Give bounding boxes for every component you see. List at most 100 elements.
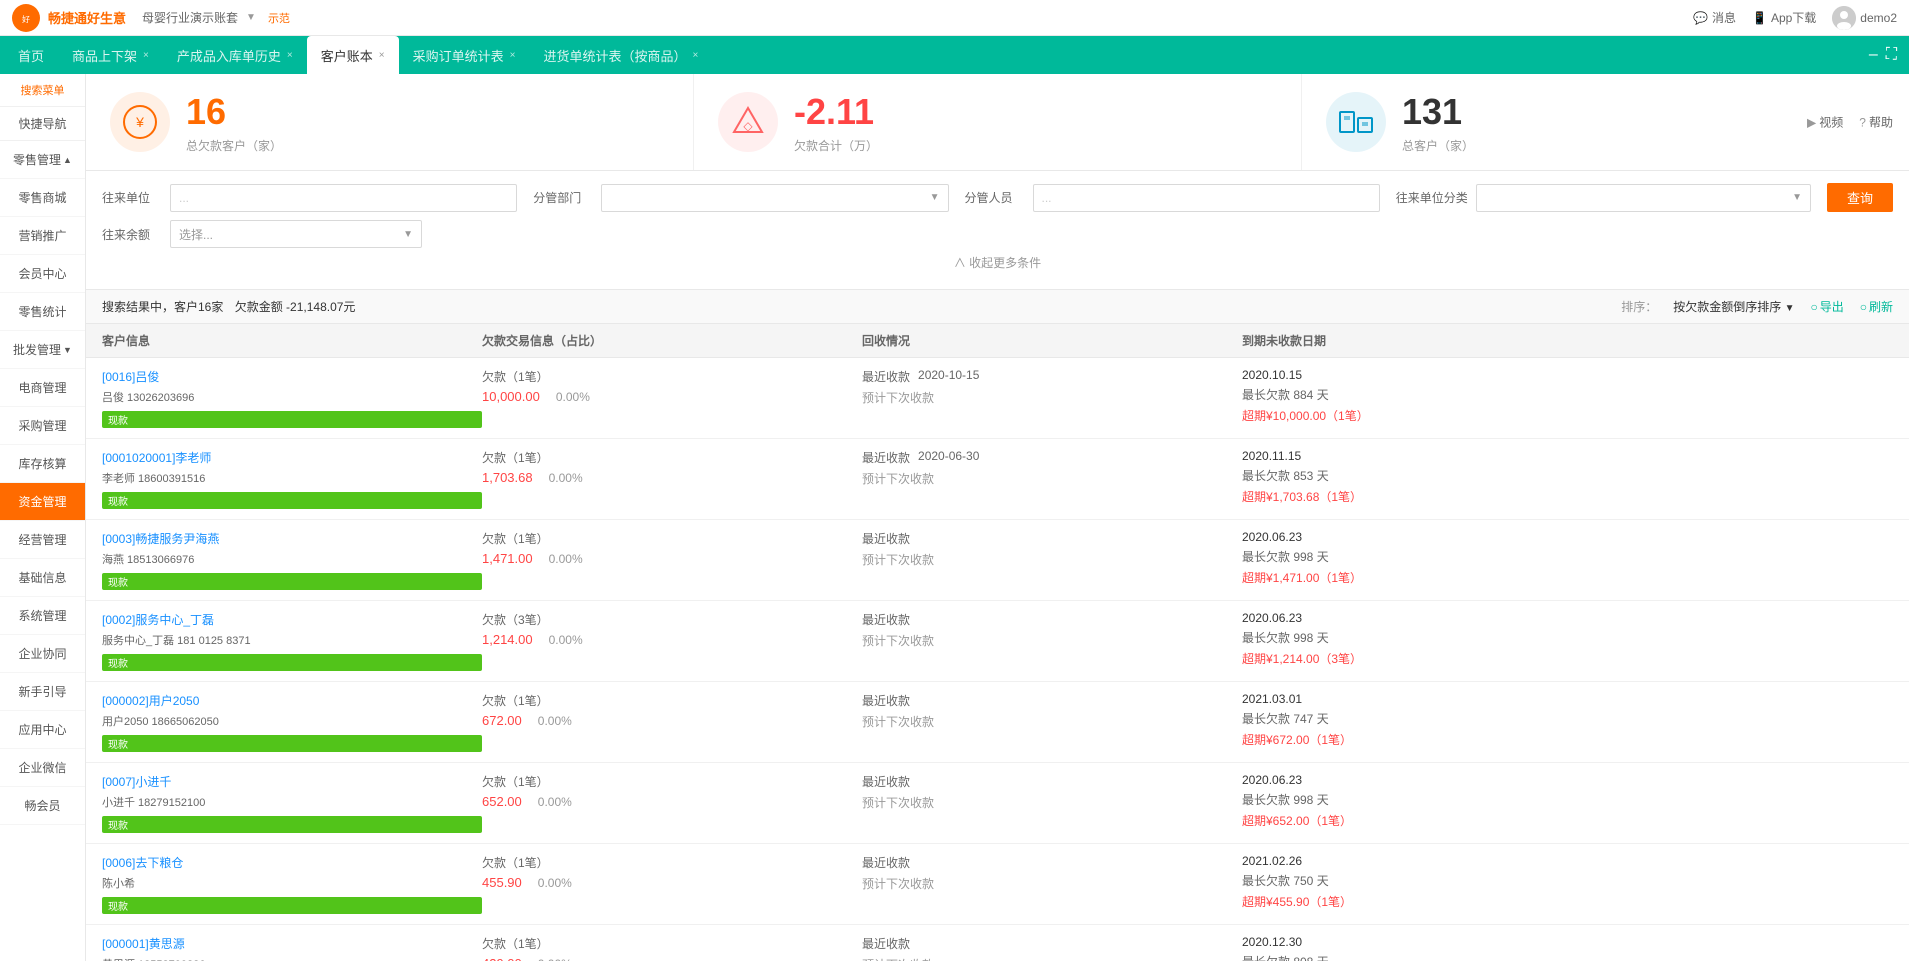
- overdue-amount-6[interactable]: 超期¥652.00（1笔）: [1242, 812, 1893, 829]
- chevron-down-icon: ▼: [930, 192, 940, 203]
- message-label: 消息: [1712, 9, 1736, 26]
- close-icon[interactable]: ×: [379, 50, 385, 61]
- sidebar-item-member[interactable]: 畅会员: [0, 787, 85, 825]
- store-selector[interactable]: 母婴行业演示账套: [142, 9, 238, 26]
- sidebar-search[interactable]: 搜索菜单: [0, 74, 85, 107]
- overdue-date-4: 2020.06.23: [1242, 611, 1893, 625]
- customer-name-6[interactable]: [0007]小进千: [102, 773, 482, 790]
- sidebar-item-newbie[interactable]: 新手引导: [0, 673, 85, 711]
- next-payment-label-2: 预计下次收款: [862, 470, 934, 487]
- overdue-date-3: 2020.06.23: [1242, 530, 1893, 544]
- overdue-amount-7[interactable]: 超期¥455.90（1笔）: [1242, 893, 1893, 910]
- overdue-amount-3[interactable]: 超期¥1,471.00（1笔）: [1242, 569, 1893, 586]
- filter-row-2: 往来余额 选择... ▼: [102, 220, 1893, 248]
- customer-info-7: [0006]去下粮仓 陈小希 现款: [102, 854, 482, 914]
- export-btn[interactable]: ○ 导出: [1810, 298, 1843, 315]
- message-btn[interactable]: 💬 消息: [1693, 9, 1736, 26]
- tab-customer-ledger[interactable]: 客户账本 ×: [307, 36, 399, 74]
- debt-info-6: 欠款（1笔） 652.00 0.00%: [482, 773, 862, 809]
- payback-info-2: 最近收款 2020-06-30 预计下次收款: [862, 449, 1242, 487]
- chevron-down-icon: ▼: [246, 12, 256, 23]
- minimize-icon[interactable]: –: [1869, 46, 1878, 64]
- filter-row-1: 往来单位 ... 分管部门 ▼ 分管人员 ...: [102, 183, 1893, 212]
- collapse-filters-btn[interactable]: ∧ 收起更多条件: [102, 248, 1893, 277]
- close-icon[interactable]: ×: [510, 50, 516, 61]
- overdue-amount-4[interactable]: 超期¥1,214.00（3笔）: [1242, 650, 1893, 667]
- data-table: 客户信息 欠款交易信息（占比） 回收情况 到期未收款日期 [0016]吕俊 吕俊…: [86, 324, 1909, 961]
- app-subtitle: 示范: [268, 10, 290, 26]
- manager-input[interactable]: ...: [1033, 184, 1380, 212]
- tab-goods-stats[interactable]: 进货单统计表（按商品） ×: [529, 36, 712, 74]
- sidebar-item-retail-mgmt[interactable]: 零售管理 ▲: [0, 141, 85, 179]
- chevron-down-icon: ▼: [1792, 192, 1802, 203]
- app-download-btn[interactable]: 📱 App下载: [1752, 9, 1816, 26]
- close-icon[interactable]: ×: [692, 50, 698, 61]
- video-btn[interactable]: ▶ 视频: [1807, 114, 1843, 131]
- overdue-info-5: 2021.03.01 最长欠款 747 天 超期¥672.00（1笔）: [1242, 692, 1893, 748]
- customer-tag-2: 现款: [102, 492, 482, 509]
- debt-label-3: 欠款（1笔）: [482, 530, 549, 547]
- debit-amount-number: -2.11: [794, 90, 878, 133]
- sidebar-item-wechat[interactable]: 企业微信: [0, 749, 85, 787]
- tab-purchase-stats[interactable]: 采购订单统计表 ×: [399, 36, 530, 74]
- sidebar-item-member-center[interactable]: 会员中心: [0, 255, 85, 293]
- sidebar-item-enterprise[interactable]: 企业协同: [0, 635, 85, 673]
- sidebar-item-finance[interactable]: 资金管理: [0, 483, 85, 521]
- unit-category-select[interactable]: ▼: [1476, 184, 1811, 212]
- total-customers-label: 总客户（家）: [1402, 137, 1474, 154]
- overdue-amount-2[interactable]: 超期¥1,703.68（1笔）: [1242, 488, 1893, 505]
- tab-goods-shelf[interactable]: 商品上下架 ×: [58, 36, 163, 74]
- stat-info-debit-amount: -2.11 欠款合计（万）: [794, 90, 878, 154]
- sidebar-item-basic-info[interactable]: 基础信息: [0, 559, 85, 597]
- sidebar-item-wholesale-mgmt[interactable]: 批发管理 ▼: [0, 331, 85, 369]
- debt-row-6: 欠款（1笔）: [482, 773, 862, 790]
- sidebar-item-retail-stats[interactable]: 零售统计: [0, 293, 85, 331]
- close-icon[interactable]: ×: [143, 50, 149, 61]
- customer-name-4[interactable]: [0002]服务中心_丁磊: [102, 611, 482, 628]
- debt-row-2: 欠款（1笔）: [482, 449, 862, 466]
- source-unit-input[interactable]: ...: [170, 184, 517, 212]
- sidebar-item-newbie-label: 新手引导: [18, 685, 66, 699]
- sidebar-item-operations[interactable]: 经营管理: [0, 521, 85, 559]
- customer-name-3[interactable]: [0003]畅捷服务尹海燕: [102, 530, 482, 547]
- debt-amount-row-3: 1,471.00 0.00%: [482, 551, 862, 566]
- sidebar-item-basic-info-label: 基础信息: [18, 571, 66, 585]
- payback-info-1: 最近收款 2020-10-15 预计下次收款: [862, 368, 1242, 406]
- overdue-info-3: 2020.06.23 最长欠款 998 天 超期¥1,471.00（1笔）: [1242, 530, 1893, 586]
- balance-select[interactable]: 选择... ▼: [170, 220, 422, 248]
- sidebar-item-ecommerce[interactable]: 电商管理: [0, 369, 85, 407]
- sidebar-item-system[interactable]: 系统管理: [0, 597, 85, 635]
- tab-goods-stats-label: 进货单统计表（按商品）: [543, 46, 686, 65]
- sidebar-item-inventory[interactable]: 库存核算: [0, 445, 85, 483]
- debt-row-8: 欠款（1笔）: [482, 935, 862, 952]
- table-row: [0007]小进千 小进千 18279152100 现款 欠款（1笔） 652.…: [86, 763, 1909, 844]
- tab-production-history[interactable]: 产成品入库单历史 ×: [163, 36, 307, 74]
- refresh-btn[interactable]: ○ 刷新: [1860, 298, 1893, 315]
- last-payment-label-2: 最近收款: [862, 449, 910, 466]
- customer-name-2[interactable]: [0001020001]李老师: [102, 449, 482, 466]
- customer-name-7[interactable]: [0006]去下粮仓: [102, 854, 482, 871]
- tab-home[interactable]: 首页: [4, 36, 58, 74]
- close-icon[interactable]: ×: [287, 50, 293, 61]
- export-icon: ○: [1810, 300, 1817, 314]
- help-btn[interactable]: ? 帮助: [1859, 114, 1893, 131]
- customer-name-1[interactable]: [0016]吕俊: [102, 368, 482, 385]
- payback-info-5: 最近收款 预计下次收款: [862, 692, 1242, 730]
- user-menu[interactable]: demo2: [1832, 6, 1897, 30]
- search-button[interactable]: 查询: [1827, 183, 1893, 212]
- overdue-amount-5[interactable]: 超期¥672.00（1笔）: [1242, 731, 1893, 748]
- sidebar-item-marketing[interactable]: 营销推广: [0, 217, 85, 255]
- sort-value[interactable]: 按欠款金额倒序排序 ▼: [1673, 298, 1794, 315]
- table-header: 客户信息 欠款交易信息（占比） 回收情况 到期未收款日期: [86, 324, 1909, 358]
- sidebar-item-app-center[interactable]: 应用中心: [0, 711, 85, 749]
- dept-select[interactable]: ▼: [601, 184, 948, 212]
- debt-amount-7: 455.90: [482, 875, 522, 890]
- maximize-icon[interactable]: ⛶: [1886, 46, 1897, 64]
- debt-info-5: 欠款（1笔） 672.00 0.00%: [482, 692, 862, 728]
- customer-name-8[interactable]: [000001]黄思源: [102, 935, 482, 952]
- sidebar-item-retail-mall[interactable]: 零售商城: [0, 179, 85, 217]
- debit-amount-label: 欠款合计（万）: [794, 137, 878, 154]
- sidebar-item-purchase[interactable]: 采购管理: [0, 407, 85, 445]
- overdue-amount-1[interactable]: 超期¥10,000.00（1笔）: [1242, 407, 1893, 424]
- customer-name-5[interactable]: [000002]用户2050: [102, 692, 482, 709]
